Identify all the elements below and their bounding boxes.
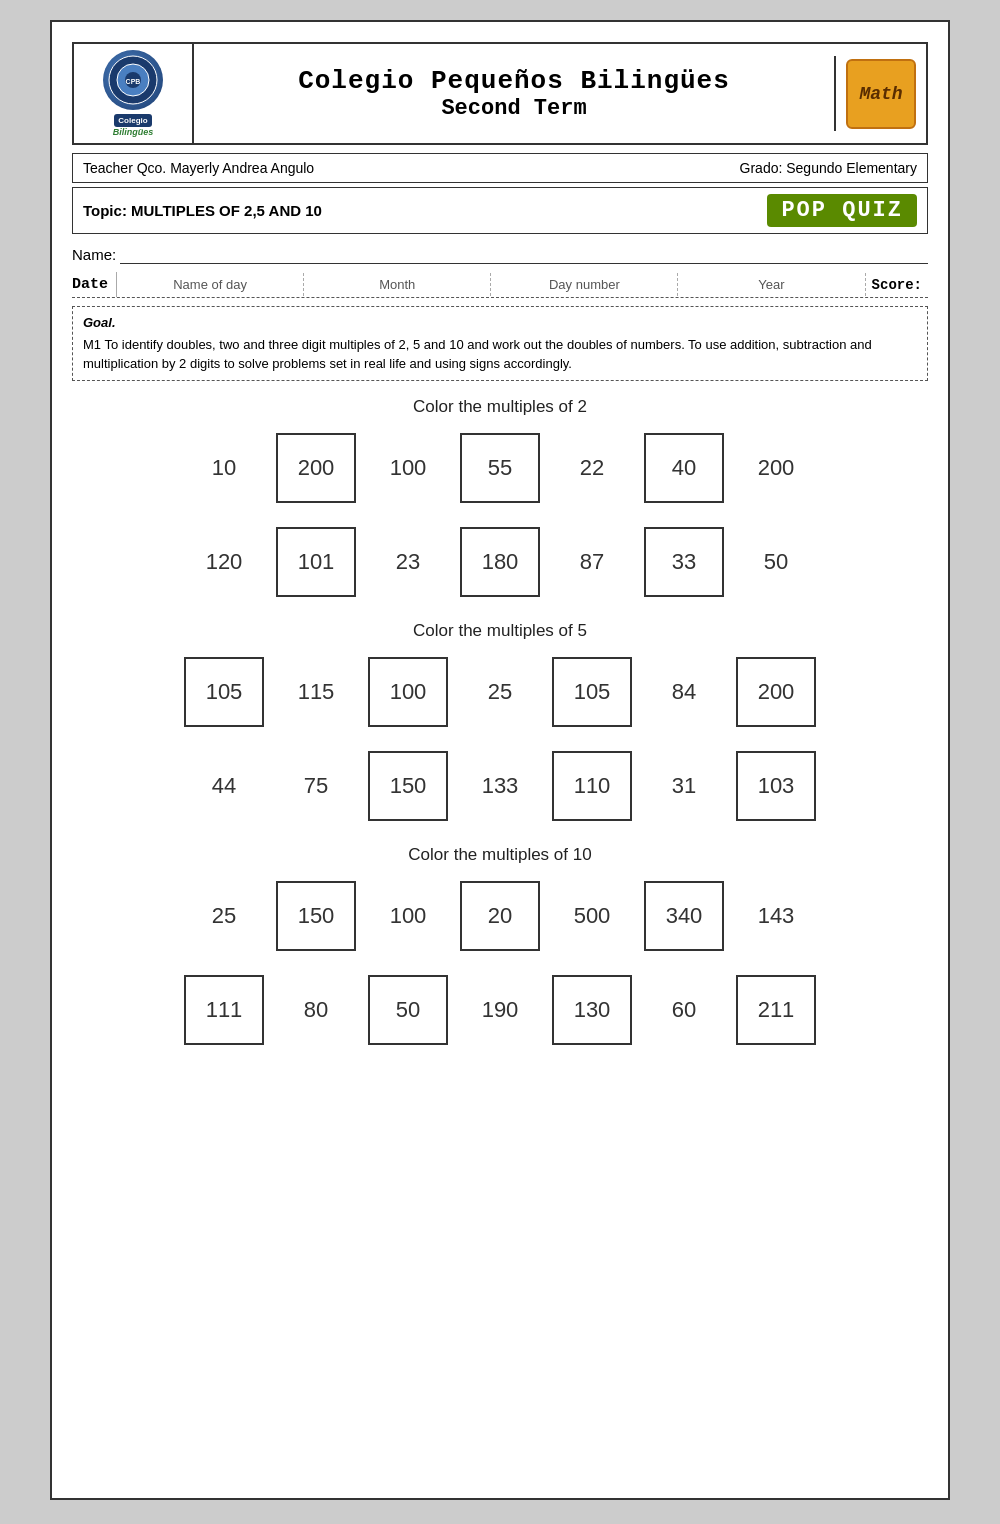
- math-badge: Math: [846, 59, 916, 129]
- number-item-2-1-5[interactable]: 60: [644, 975, 724, 1045]
- number-grid-0-1: 12010123180873350: [72, 527, 928, 597]
- number-item-1-1-0[interactable]: 44: [184, 751, 264, 821]
- number-item-1-0-1[interactable]: 115: [276, 657, 356, 727]
- term-label: Second Term: [204, 96, 824, 121]
- date-field-year[interactable]: Year: [678, 273, 865, 296]
- pop-quiz-badge: POP QUIZ: [767, 194, 917, 227]
- number-grid-2-1: 111805019013060211: [72, 975, 928, 1045]
- number-item-0-1-6[interactable]: 50: [736, 527, 816, 597]
- number-item-0-0-1[interactable]: 200: [276, 433, 356, 503]
- info-row: Teacher Qco. Mayerly Andrea Angulo Grado…: [72, 153, 928, 183]
- page: CPB Colegio Bilingües Colegio Pequeños B…: [50, 20, 950, 1500]
- svg-text:CPB: CPB: [126, 78, 141, 85]
- score-label: Score:: [866, 273, 928, 297]
- grade-info: Grado: Segundo Elementary: [500, 160, 917, 176]
- number-item-2-0-3[interactable]: 20: [460, 881, 540, 951]
- school-logo: CPB Colegio Bilingües: [74, 44, 194, 143]
- number-item-1-0-3[interactable]: 25: [460, 657, 540, 727]
- number-item-2-1-3[interactable]: 190: [460, 975, 540, 1045]
- logo-text: Colegio: [114, 114, 151, 127]
- number-item-1-1-5[interactable]: 31: [644, 751, 724, 821]
- date-field-month[interactable]: Month: [304, 273, 491, 296]
- number-item-1-0-0[interactable]: 105: [184, 657, 264, 727]
- header-title: Colegio Pequeños Bilingües Second Term: [194, 56, 836, 131]
- number-item-0-1-5[interactable]: 33: [644, 527, 724, 597]
- name-row: Name:: [72, 242, 928, 266]
- number-item-0-1-0[interactable]: 120: [184, 527, 264, 597]
- number-item-2-1-2[interactable]: 50: [368, 975, 448, 1045]
- number-item-0-0-5[interactable]: 40: [644, 433, 724, 503]
- number-item-0-0-3[interactable]: 55: [460, 433, 540, 503]
- number-grid-1-1: 447515013311031103: [72, 751, 928, 821]
- name-input-line[interactable]: [120, 244, 928, 264]
- logo-subtext: Bilingües: [113, 127, 154, 137]
- number-item-1-1-2[interactable]: 150: [368, 751, 448, 821]
- number-item-1-0-6[interactable]: 200: [736, 657, 816, 727]
- number-item-0-1-3[interactable]: 180: [460, 527, 540, 597]
- number-item-0-0-4[interactable]: 22: [552, 433, 632, 503]
- number-item-0-1-1[interactable]: 101: [276, 527, 356, 597]
- number-grid-0-0: 10200100552240200: [72, 433, 928, 503]
- number-item-2-1-6[interactable]: 211: [736, 975, 816, 1045]
- number-item-1-0-2[interactable]: 100: [368, 657, 448, 727]
- number-item-0-0-6[interactable]: 200: [736, 433, 816, 503]
- number-item-0-0-0[interactable]: 10: [184, 433, 264, 503]
- section-title-1: Color the multiples of 5: [72, 621, 928, 641]
- number-item-0-1-4[interactable]: 87: [552, 527, 632, 597]
- number-item-2-0-2[interactable]: 100: [368, 881, 448, 951]
- goal-text: M1 To identify doubles, two and three di…: [83, 335, 917, 374]
- number-item-2-0-1[interactable]: 150: [276, 881, 356, 951]
- school-name: Colegio Pequeños Bilingües: [204, 66, 824, 96]
- sections-container: Color the multiples of 21020010055224020…: [72, 397, 928, 1045]
- number-item-2-0-5[interactable]: 340: [644, 881, 724, 951]
- number-item-1-1-6[interactable]: 103: [736, 751, 816, 821]
- number-item-0-0-2[interactable]: 100: [368, 433, 448, 503]
- number-item-1-1-3[interactable]: 133: [460, 751, 540, 821]
- topic-label: Topic: MULTIPLES OF 2,5 AND 10: [83, 202, 767, 219]
- number-item-0-1-2[interactable]: 23: [368, 527, 448, 597]
- number-item-2-0-0[interactable]: 25: [184, 881, 264, 951]
- number-item-1-1-4[interactable]: 110: [552, 751, 632, 821]
- topic-row: Topic: MULTIPLES OF 2,5 AND 10 POP QUIZ: [72, 187, 928, 234]
- number-item-2-1-1[interactable]: 80: [276, 975, 356, 1045]
- date-label: Date: [72, 272, 117, 297]
- math-section: Math: [836, 51, 926, 137]
- header: CPB Colegio Bilingües Colegio Pequeños B…: [72, 42, 928, 145]
- date-row: Date Name of day Month Day number Year S…: [72, 272, 928, 298]
- section-title-2: Color the multiples of 10: [72, 845, 928, 865]
- number-item-1-1-1[interactable]: 75: [276, 751, 356, 821]
- section-title-0: Color the multiples of 2: [72, 397, 928, 417]
- teacher-info: Teacher Qco. Mayerly Andrea Angulo: [83, 160, 500, 176]
- date-field-day-number[interactable]: Day number: [491, 273, 678, 296]
- number-item-2-1-4[interactable]: 130: [552, 975, 632, 1045]
- number-grid-1-0: 1051151002510584200: [72, 657, 928, 727]
- number-item-2-0-4[interactable]: 500: [552, 881, 632, 951]
- number-grid-2-0: 2515010020500340143: [72, 881, 928, 951]
- number-item-1-0-5[interactable]: 84: [644, 657, 724, 727]
- number-item-2-0-6[interactable]: 143: [736, 881, 816, 951]
- goal-title: Goal.: [83, 313, 917, 333]
- number-item-1-0-4[interactable]: 105: [552, 657, 632, 727]
- number-item-2-1-0[interactable]: 111: [184, 975, 264, 1045]
- name-label: Name:: [72, 246, 116, 263]
- goal-box: Goal. M1 To identify doubles, two and th…: [72, 306, 928, 381]
- date-field-day-name[interactable]: Name of day: [117, 273, 304, 296]
- logo-circle: CPB: [103, 50, 163, 110]
